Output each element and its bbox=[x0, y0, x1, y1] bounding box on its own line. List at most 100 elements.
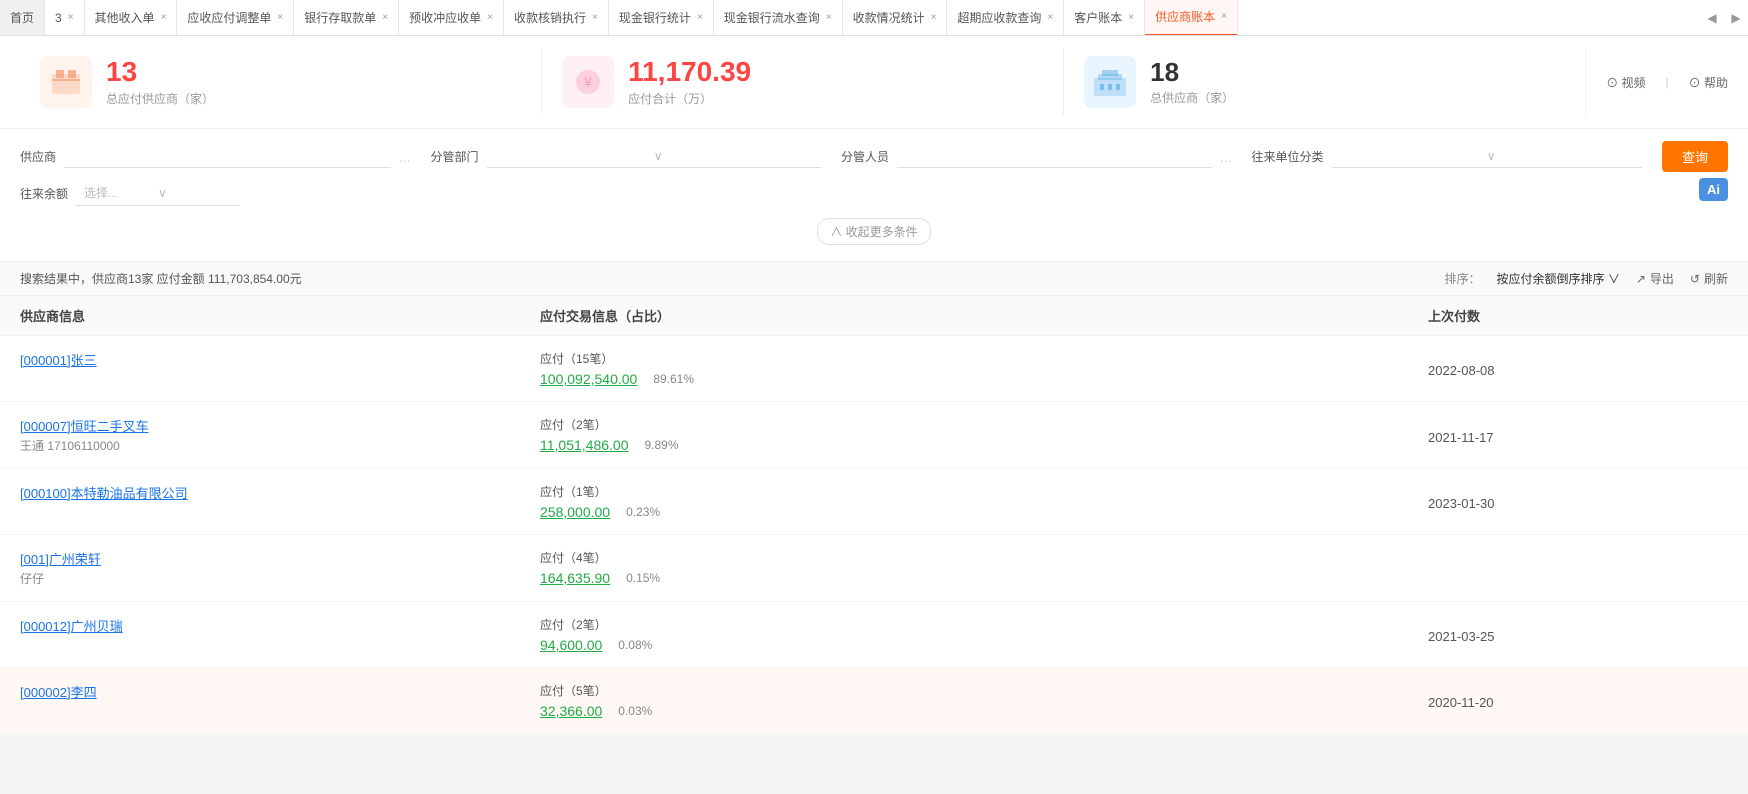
nav-tab-label-cash-bank-flow: 现金银行流水查询 bbox=[724, 9, 820, 26]
dept-filter-select[interactable]: ∨ bbox=[487, 145, 821, 168]
nav-tab-supplier-account[interactable]: 供应商账本 × bbox=[1145, 0, 1238, 36]
nav-tab-close-cash-bank-flow[interactable]: × bbox=[826, 12, 832, 23]
nav-tab-other-income[interactable]: 其他收入单 × bbox=[85, 0, 178, 36]
amount-link-4[interactable]: 94,600.00 bbox=[540, 637, 602, 653]
nav-tab-collection-stats[interactable]: 收款情况统计× bbox=[843, 0, 948, 36]
nav-tab-close-collection-stats[interactable]: × bbox=[931, 12, 937, 23]
nav-tab-label-other-income: 其他收入单 bbox=[95, 9, 155, 26]
table-row-inner-0: [000001]张三应付（15笔）100,092,540.0089.61%202… bbox=[0, 336, 1748, 401]
svg-text:¥: ¥ bbox=[583, 74, 592, 90]
collapse-container: ∧ 收起更多条件 bbox=[20, 214, 1728, 249]
table-row: [000002]李四应付（5笔）32,366.000.03%2020-11-20 bbox=[0, 668, 1748, 733]
filter-supplier: 供应商 ... bbox=[20, 145, 411, 168]
collapse-button[interactable]: ∧ 收起更多条件 bbox=[817, 218, 930, 245]
amount-link-2[interactable]: 258,000.00 bbox=[540, 504, 610, 520]
nav-tab-receivable-exec[interactable]: 收款核销执行× bbox=[504, 0, 609, 36]
transaction-row-1: 11,051,486.009.89% bbox=[540, 437, 1428, 453]
divider: | bbox=[1666, 75, 1669, 89]
nav-tab-close-overdue-query[interactable]: × bbox=[1047, 12, 1053, 23]
nav-tab-prepay-offset[interactable]: 预收冲应收单× bbox=[399, 0, 504, 36]
supplier-col-4: [000012]广州贝瑞 bbox=[20, 616, 540, 635]
nav-tab-close-t1[interactable]: × bbox=[68, 12, 74, 23]
supplier-col-0: [000001]张三 bbox=[20, 350, 540, 369]
col-header-transaction: 应付交易信息（占比） bbox=[540, 306, 1428, 325]
supplier-link-5[interactable]: [000002]李四 bbox=[20, 685, 97, 700]
table-row-inner-2: [000100]本特勒油品有限公司应付（1笔）258,000.000.23%20… bbox=[0, 469, 1748, 534]
supplier-stat-icon bbox=[40, 56, 92, 108]
nav-tab-payable-adjust[interactable]: 应收应付调整单× bbox=[177, 0, 294, 36]
sort-value[interactable]: 按应付余额倒序排序 ∨ bbox=[1497, 270, 1620, 287]
supplier-link-3[interactable]: [001]广州荣轩 bbox=[20, 552, 101, 567]
transaction-col-0: 应付（15笔）100,092,540.0089.61% bbox=[540, 350, 1428, 387]
transaction-row-5: 32,366.000.03% bbox=[540, 703, 1428, 719]
amount-link-3[interactable]: 164,635.90 bbox=[540, 570, 610, 586]
table-header: 供应商信息 应付交易信息（占比） 上次付数 bbox=[0, 296, 1748, 336]
refresh-button[interactable]: ↺ 刷新 bbox=[1690, 270, 1728, 287]
export-label: 导出 bbox=[1650, 270, 1674, 287]
stat-number-payable: 11,170.39 bbox=[628, 57, 751, 88]
supplier-dots[interactable]: ... bbox=[399, 149, 411, 165]
stat-label-payable: 应付合计（万） bbox=[628, 90, 751, 107]
filter-dept: 分管部门 ∨ bbox=[431, 145, 822, 168]
search-button[interactable]: 查询 bbox=[1662, 141, 1728, 172]
table-row-inner-5: [000002]李四应付（5笔）32,366.000.03%2020-11-20 bbox=[0, 668, 1748, 733]
transaction-col-3: 应付（4笔）164,635.900.15% bbox=[540, 549, 1428, 586]
stats-bar: 13 总应付供应商（家） ¥ 11,170.39 应付合计（万） bbox=[0, 36, 1748, 129]
table-container: 供应商信息 应付交易信息（占比） 上次付数 [000001]张三 应付（15笔） 1… bbox=[0, 296, 1748, 733]
nav-tab-close-bank-deposit[interactable]: × bbox=[382, 12, 388, 23]
nav-tab-label-t1: 3 bbox=[55, 11, 62, 25]
amount-link-5[interactable]: 32,366.00 bbox=[540, 703, 602, 719]
nav-tab-close-payable-adjust[interactable]: × bbox=[277, 12, 283, 23]
percentage-2: 0.23% bbox=[626, 505, 660, 519]
transaction-label-0: 应付（15笔） bbox=[540, 350, 1428, 367]
nav-prev-arrow[interactable]: ◀ bbox=[1700, 0, 1724, 36]
last-payment-5: 2020-11-20 bbox=[1428, 691, 1728, 710]
nav-tab-overdue-query[interactable]: 超期应收款查询× bbox=[947, 0, 1064, 36]
nav-tab-close-supplier-account[interactable]: × bbox=[1221, 11, 1227, 22]
supplier-filter-input[interactable] bbox=[64, 145, 391, 168]
nav-tab-t1[interactable]: 3× bbox=[45, 0, 85, 36]
filter-category: 往来单位分类 ∨ bbox=[1252, 145, 1643, 168]
nav-tab-bank-deposit[interactable]: 银行存取款单× bbox=[294, 0, 399, 36]
table-row-inner-3: [001]广州荣轩仔仔应付（4笔）164,635.900.15% bbox=[0, 535, 1748, 601]
supplier-sub-3: 仔仔 bbox=[20, 570, 540, 587]
nav-tab-close-other-income[interactable]: × bbox=[161, 12, 167, 23]
video-link[interactable]: ⊙ 视频 bbox=[1606, 74, 1645, 91]
amount-link-0[interactable]: 100,092,540.00 bbox=[540, 371, 637, 387]
amount-link-1[interactable]: 11,051,486.00 bbox=[540, 437, 629, 453]
help-link[interactable]: ⊙ 帮助 bbox=[1689, 74, 1728, 91]
nav-tab-close-cash-bank-stats[interactable]: × bbox=[697, 12, 703, 23]
table-row: [000100]本特勒油品有限公司应付（1笔）258,000.000.23%20… bbox=[0, 469, 1748, 535]
col-header-last-payment: 上次付数 bbox=[1428, 306, 1728, 325]
supplier-link-2[interactable]: [000100]本特勒油品有限公司 bbox=[20, 486, 188, 501]
balance-chevron-icon: ∨ bbox=[158, 186, 232, 200]
nav-tab-label-supplier-account: 供应商账本 bbox=[1155, 8, 1215, 25]
transaction-label-3: 应付（4笔） bbox=[540, 549, 1428, 566]
person-filter-input[interactable] bbox=[897, 145, 1212, 168]
nav-tab-customer-account[interactable]: 客户账本× bbox=[1064, 0, 1145, 36]
stat-card-payable: ¥ 11,170.39 应付合计（万） bbox=[542, 48, 1064, 116]
table-row: [000007]恒旺二手叉车王通 17106110000应付（2笔）11,051… bbox=[0, 402, 1748, 469]
supplier-col-1: [000007]恒旺二手叉车王通 17106110000 bbox=[20, 416, 540, 454]
nav-tab-cash-bank-stats[interactable]: 现金银行统计× bbox=[609, 0, 714, 36]
nav-tab-close-prepay-offset[interactable]: × bbox=[487, 12, 493, 23]
nav-tab-home[interactable]: 首页 bbox=[0, 0, 45, 36]
ai-badge[interactable]: Ai bbox=[1699, 178, 1728, 201]
last-payment-4: 2021-03-25 bbox=[1428, 625, 1728, 644]
stat-card-3-text: 18 总供应商（家） bbox=[1150, 58, 1234, 106]
supplier-link-0[interactable]: [000001]张三 bbox=[20, 353, 97, 368]
table-row-inner-4: [000012]广州贝瑞应付（2笔）94,600.000.08%2021-03-… bbox=[0, 602, 1748, 667]
supplier-link-4[interactable]: [000012]广州贝瑞 bbox=[20, 619, 123, 634]
nav-tab-cash-bank-flow[interactable]: 现金银行流水查询 × bbox=[714, 0, 843, 36]
export-button[interactable]: ↗ 导出 bbox=[1636, 270, 1674, 287]
category-filter-select[interactable]: ∨ bbox=[1332, 145, 1642, 168]
result-bar: 搜索结果中，供应商13家 应付金额 111,703,854.00元 排序： 按应… bbox=[0, 262, 1748, 296]
supplier-link-1[interactable]: [000007]恒旺二手叉车 bbox=[20, 419, 149, 434]
nav-tab-close-receivable-exec[interactable]: × bbox=[592, 12, 598, 23]
balance-filter-select[interactable]: 选择... ∨ bbox=[76, 180, 240, 206]
transaction-row-4: 94,600.000.08% bbox=[540, 637, 1428, 653]
person-dots[interactable]: ... bbox=[1220, 149, 1232, 165]
nav-tab-close-customer-account[interactable]: × bbox=[1128, 12, 1134, 23]
nav-next-arrow[interactable]: ▶ bbox=[1724, 0, 1748, 36]
transaction-col-1: 应付（2笔）11,051,486.009.89% bbox=[540, 416, 1428, 453]
